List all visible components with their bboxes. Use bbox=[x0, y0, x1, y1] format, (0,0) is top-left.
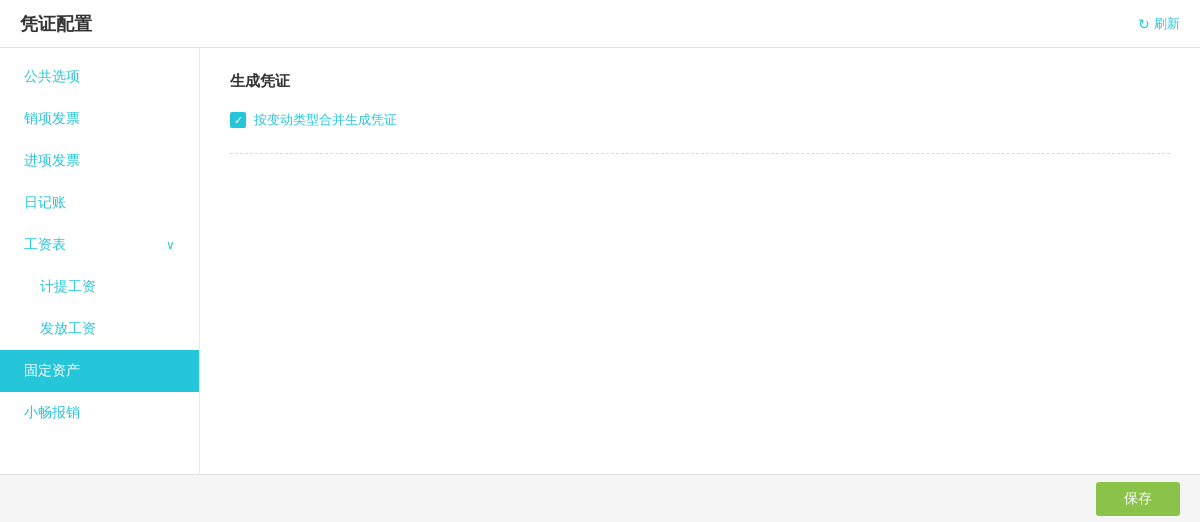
checkbox-label[interactable]: 按变动类型合并生成凭证 bbox=[254, 111, 397, 129]
sidebar-item-payroll-advance[interactable]: 计提工资 bbox=[0, 266, 199, 308]
sidebar-item-label: 销项发票 bbox=[24, 110, 80, 128]
refresh-button[interactable]: ↻ 刷新 bbox=[1138, 15, 1180, 33]
merge-checkbox[interactable]: ✓ bbox=[230, 112, 246, 128]
sidebar-item-sales-invoice[interactable]: 销项发票 bbox=[0, 98, 199, 140]
save-button[interactable]: 保存 bbox=[1096, 482, 1180, 516]
page-title: 凭证配置 bbox=[20, 12, 92, 36]
sidebar-item-label: 日记账 bbox=[24, 194, 66, 212]
sidebar-item-expense-reimburse[interactable]: 小畅报销 bbox=[0, 392, 199, 434]
sidebar: 公共选项 销项发票 进项发票 日记账 工资表 ∨ 计提工资 发放工资 固定资产 … bbox=[0, 48, 200, 474]
refresh-label: 刷新 bbox=[1154, 15, 1180, 33]
sidebar-item-label: 小畅报销 bbox=[24, 404, 80, 422]
chevron-down-icon: ∨ bbox=[166, 238, 175, 252]
checkmark-icon: ✓ bbox=[234, 115, 243, 126]
sidebar-item-public-options[interactable]: 公共选项 bbox=[0, 56, 199, 98]
sidebar-item-label: 固定资产 bbox=[24, 362, 80, 380]
sidebar-item-label: 进项发票 bbox=[24, 152, 80, 170]
sidebar-item-payroll-distribute[interactable]: 发放工资 bbox=[0, 308, 199, 350]
sidebar-item-journal[interactable]: 日记账 bbox=[0, 182, 199, 224]
refresh-icon: ↻ bbox=[1138, 16, 1150, 32]
sidebar-item-fixed-assets[interactable]: 固定资产 bbox=[0, 350, 199, 392]
sidebar-item-payroll-table[interactable]: 工资表 ∨ bbox=[0, 224, 199, 266]
header: 凭证配置 ↻ 刷新 bbox=[0, 0, 1200, 48]
sidebar-item-label: 工资表 bbox=[24, 236, 66, 254]
sidebar-item-label: 计提工资 bbox=[40, 278, 96, 296]
sidebar-item-purchase-invoice[interactable]: 进项发票 bbox=[0, 140, 199, 182]
checkbox-row[interactable]: ✓ 按变动类型合并生成凭证 bbox=[230, 111, 1170, 129]
footer: 保存 bbox=[0, 474, 1200, 522]
sidebar-item-label: 发放工资 bbox=[40, 320, 96, 338]
section-title: 生成凭证 bbox=[230, 72, 1170, 91]
main-content: 公共选项 销项发票 进项发票 日记账 工资表 ∨ 计提工资 发放工资 固定资产 … bbox=[0, 48, 1200, 474]
content-panel: 生成凭证 ✓ 按变动类型合并生成凭证 bbox=[200, 48, 1200, 474]
sidebar-item-label: 公共选项 bbox=[24, 68, 80, 86]
divider bbox=[230, 153, 1170, 154]
